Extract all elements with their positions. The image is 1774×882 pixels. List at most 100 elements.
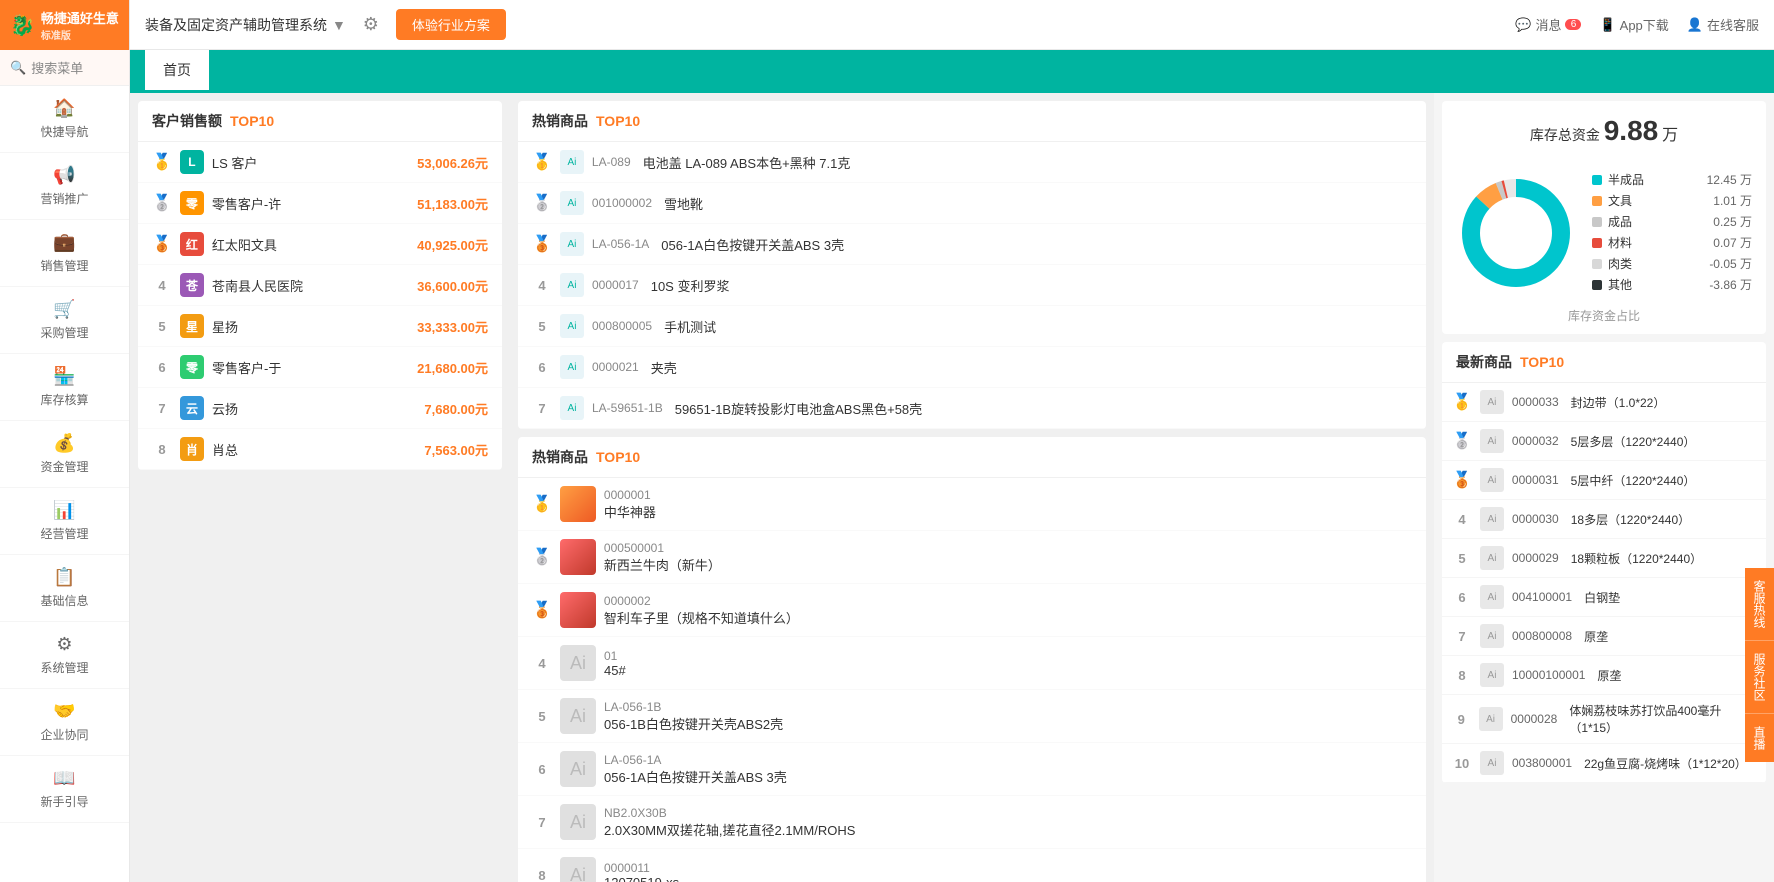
customer-rank-item[interactable]: 8 肖 肖总 7,563.00元	[138, 429, 502, 470]
customer-rank-item[interactable]: 🥇 L LS 客户 53,006.26元	[138, 142, 502, 183]
hot-product-item[interactable]: 🥈 Ai 001000002 雪地靴	[518, 183, 1426, 224]
float-btn-community[interactable]: 服务社区	[1745, 640, 1774, 713]
new-product-icon: Ai	[1480, 751, 1504, 775]
hot-product-item[interactable]: 4 Ai 0000017 10S 变利罗浆	[518, 265, 1426, 306]
hot-product-item[interactable]: 🥉 Ai LA-056-1A 056-1A白色按键开关盖ABS 3壳	[518, 224, 1426, 265]
customer-rank-list: 🥇 L LS 客户 53,006.26元 🥈 零 零售客户-许 51,183.0…	[138, 142, 502, 470]
new-product-item[interactable]: 🥈 Ai 0000032 5层多层（1220*2440）	[1442, 422, 1766, 461]
sidebar-label-collab: 企业协同	[40, 726, 88, 743]
customer-rank-item[interactable]: 4 苍 苍南县人民医院 36,600.00元	[138, 265, 502, 306]
legend-item: 材料 0.07 万	[1592, 234, 1752, 251]
legend-item: 肉类 -0.05 万	[1592, 255, 1752, 272]
sidebar-item-quicknav[interactable]: 🏠 快捷导航	[0, 86, 129, 153]
hot-products-list: 🥇 Ai LA-089 电池盖 LA-089 ABS本色+黑种 7.1克 🥈 A…	[518, 142, 1426, 429]
new-product-item[interactable]: 5 Ai 0000029 18颗粒板（1220*2440）	[1442, 539, 1766, 578]
product-code: 001000002	[592, 196, 652, 210]
sidebar-item-purchase[interactable]: 🛒 采购管理	[0, 287, 129, 354]
sidebar: 🐉 畅捷通好生意 标准版 🔍 搜索菜单 🏠 快捷导航 📢 营销推广 💼 销售管理…	[0, 0, 130, 882]
sidebar-item-basics[interactable]: 📋 基础信息	[0, 555, 129, 622]
hot-product-item[interactable]: 🥇 Ai LA-089 电池盖 LA-089 ABS本色+黑种 7.1克	[518, 142, 1426, 183]
sidebar-item-system[interactable]: ⚙ 系统管理	[0, 622, 129, 689]
float-btn-live[interactable]: 直播	[1745, 713, 1774, 762]
customer-amount: 51,183.00元	[417, 194, 488, 213]
product-code: 0000001	[604, 488, 1412, 502]
sidebar-item-marketing[interactable]: 📢 营销推广	[0, 153, 129, 220]
customer-ranking-card: 客户销售额 TOP10 🥇 L LS 客户 53,006.26元 🥈 零 零售客…	[138, 101, 502, 470]
legend-dot	[1592, 238, 1602, 248]
customer-rank-item[interactable]: 🥈 零 零售客户-许 51,183.00元	[138, 183, 502, 224]
customer-rank-item[interactable]: 6 零 零售客户-于 21,680.00元	[138, 347, 502, 388]
hot-product-item[interactable]: 6 Ai 0000021 夹壳	[518, 347, 1426, 388]
hot-sale-item[interactable]: 🥇 0000001 中华神器	[518, 478, 1426, 531]
top-header: 装备及固定资产辅助管理系统 ▼ ⚙ 体验行业方案 💬 消息 6 📱 App下载 …	[130, 0, 1774, 50]
new-product-item[interactable]: 4 Ai 0000030 18多层（1220*2440）	[1442, 500, 1766, 539]
sidebar-nav: 🏠 快捷导航 📢 营销推广 💼 销售管理 🛒 采购管理 🏪 库存核算 💰 资金管…	[0, 86, 129, 882]
sidebar-item-finance[interactable]: 💰 资金管理	[0, 421, 129, 488]
new-product-item[interactable]: 10 Ai 003800001 22g鱼豆腐-烧烤味（1*12*20）	[1442, 744, 1766, 783]
product-code: LA-056-1B	[604, 700, 1412, 714]
mobile-icon: 📱	[1599, 17, 1615, 33]
new-product-icon: Ai	[1480, 429, 1504, 453]
hot-sales-right-header: 热销商品 TOP10	[518, 101, 1426, 142]
legend-value: 0.25 万	[1713, 213, 1752, 230]
hot-sale-item[interactable]: 7 Ai NB2.0X30B 2.0X30MM双搓花轴,搓花直径2.1MM/RO…	[518, 796, 1426, 849]
hot-product-item[interactable]: 7 Ai LA-59651-1B 59651-1B旋转投影灯电池盒ABS黑色+5…	[518, 388, 1426, 429]
home-icon: 🏠	[53, 98, 75, 119]
sidebar-item-operations[interactable]: 📊 经营管理	[0, 488, 129, 555]
customer-rank-item[interactable]: 🥉 红 红太阳文具 40,925.00元	[138, 224, 502, 265]
dropdown-icon[interactable]: ▼	[332, 17, 346, 33]
new-products-title: 最新商品	[1456, 352, 1512, 372]
new-product-item[interactable]: 🥉 Ai 0000031 5层中纤（1220*2440）	[1442, 461, 1766, 500]
hot-sale-item[interactable]: 🥈 000500001 新西兰牛肉（新牛）	[518, 531, 1426, 584]
message-button[interactable]: 💬 消息 6	[1515, 15, 1581, 34]
mid-panel: 热销商品 TOP10 🥇 Ai LA-089 电池盖 LA-089 ABS本色+…	[510, 93, 1434, 882]
customer-rank-item[interactable]: 5 星 星扬 33,333.00元	[138, 306, 502, 347]
new-products-top10-label: TOP10	[1520, 354, 1564, 370]
hot-sale-item[interactable]: 6 Ai LA-056-1A 056-1A白色按键开关盖ABS 3壳	[518, 743, 1426, 796]
new-product-icon: Ai	[1480, 507, 1504, 531]
tab-home[interactable]: 首页	[145, 50, 209, 93]
hot-sale-item[interactable]: 8 Ai 0000011 12070519-xs	[518, 849, 1426, 882]
product-info: 01 45#	[604, 649, 1412, 678]
message-icon: 💬	[1515, 17, 1531, 33]
online-service-button[interactable]: 👤 在线客服	[1687, 15, 1759, 34]
app-download-button[interactable]: 📱 App下载	[1599, 15, 1668, 34]
new-product-item[interactable]: 7 Ai 000800008 原垄	[1442, 617, 1766, 656]
product-name: 新西兰牛肉（新牛）	[604, 555, 1412, 574]
purchase-icon: 🛒	[53, 299, 75, 320]
product-name: 10S 变利罗浆	[651, 276, 730, 295]
new-product-icon: Ai	[1480, 624, 1504, 648]
new-product-icon: Ai	[1480, 390, 1504, 414]
float-btn-service[interactable]: 客服热线	[1745, 568, 1774, 640]
hot-product-item[interactable]: 5 Ai 000800005 手机测试	[518, 306, 1426, 347]
new-product-item[interactable]: 🥇 Ai 0000033 封边带（1.0*22）	[1442, 383, 1766, 422]
product-name: 夹壳	[651, 358, 677, 377]
sidebar-label-marketing: 营销推广	[40, 190, 88, 207]
sidebar-item-sales[interactable]: 💼 销售管理	[0, 220, 129, 287]
customer-name: 零售客户-于	[212, 358, 409, 377]
customer-rank-item[interactable]: 7 云 云扬 7,680.00元	[138, 388, 502, 429]
legend-item: 成品 0.25 万	[1592, 213, 1752, 230]
new-product-name: 封边带（1.0*22）	[1571, 394, 1666, 411]
new-product-name: 5层中纤（1220*2440）	[1571, 472, 1696, 489]
new-product-name: 白钢垫	[1584, 589, 1620, 606]
hot-sales-card: 热销商品 TOP10 🥇 0000001 中华神器 🥈 000500001 新西…	[518, 437, 1426, 882]
sidebar-label-guide: 新手引导	[40, 793, 88, 810]
product-icon: Ai	[560, 150, 584, 174]
new-products-card: 最新商品 TOP10 🥇 Ai 0000033 封边带（1.0*22） 🥈 Ai…	[1442, 342, 1766, 783]
hot-sale-item[interactable]: 4 Ai 01 45#	[518, 637, 1426, 690]
legend-value: 12.45 万	[1707, 171, 1752, 188]
new-product-code: 0000030	[1512, 512, 1559, 526]
new-product-item[interactable]: 6 Ai 004100001 白钢垫	[1442, 578, 1766, 617]
settings-button[interactable]: ⚙	[356, 10, 386, 40]
sidebar-item-collab[interactable]: 🤝 企业协同	[0, 689, 129, 756]
sidebar-item-inventory[interactable]: 🏪 库存核算	[0, 354, 129, 421]
new-product-item[interactable]: 8 Ai 10000100001 原垄	[1442, 656, 1766, 695]
sidebar-item-guide[interactable]: 📖 新手引导	[0, 756, 129, 823]
new-product-item[interactable]: 9 Ai 0000028 体娴荔枝味苏打饮品400毫升（1*15）	[1442, 695, 1766, 744]
customer-amount: 7,680.00元	[424, 399, 488, 418]
hot-sale-item[interactable]: 5 Ai LA-056-1B 056-1B白色按键开关壳ABS2壳	[518, 690, 1426, 743]
hot-sale-item[interactable]: 🥉 0000002 智利车子里（规格不知道填什么）	[518, 584, 1426, 637]
search-menu-item[interactable]: 🔍 搜索菜单	[0, 50, 129, 86]
trial-button[interactable]: 体验行业方案	[396, 9, 506, 40]
